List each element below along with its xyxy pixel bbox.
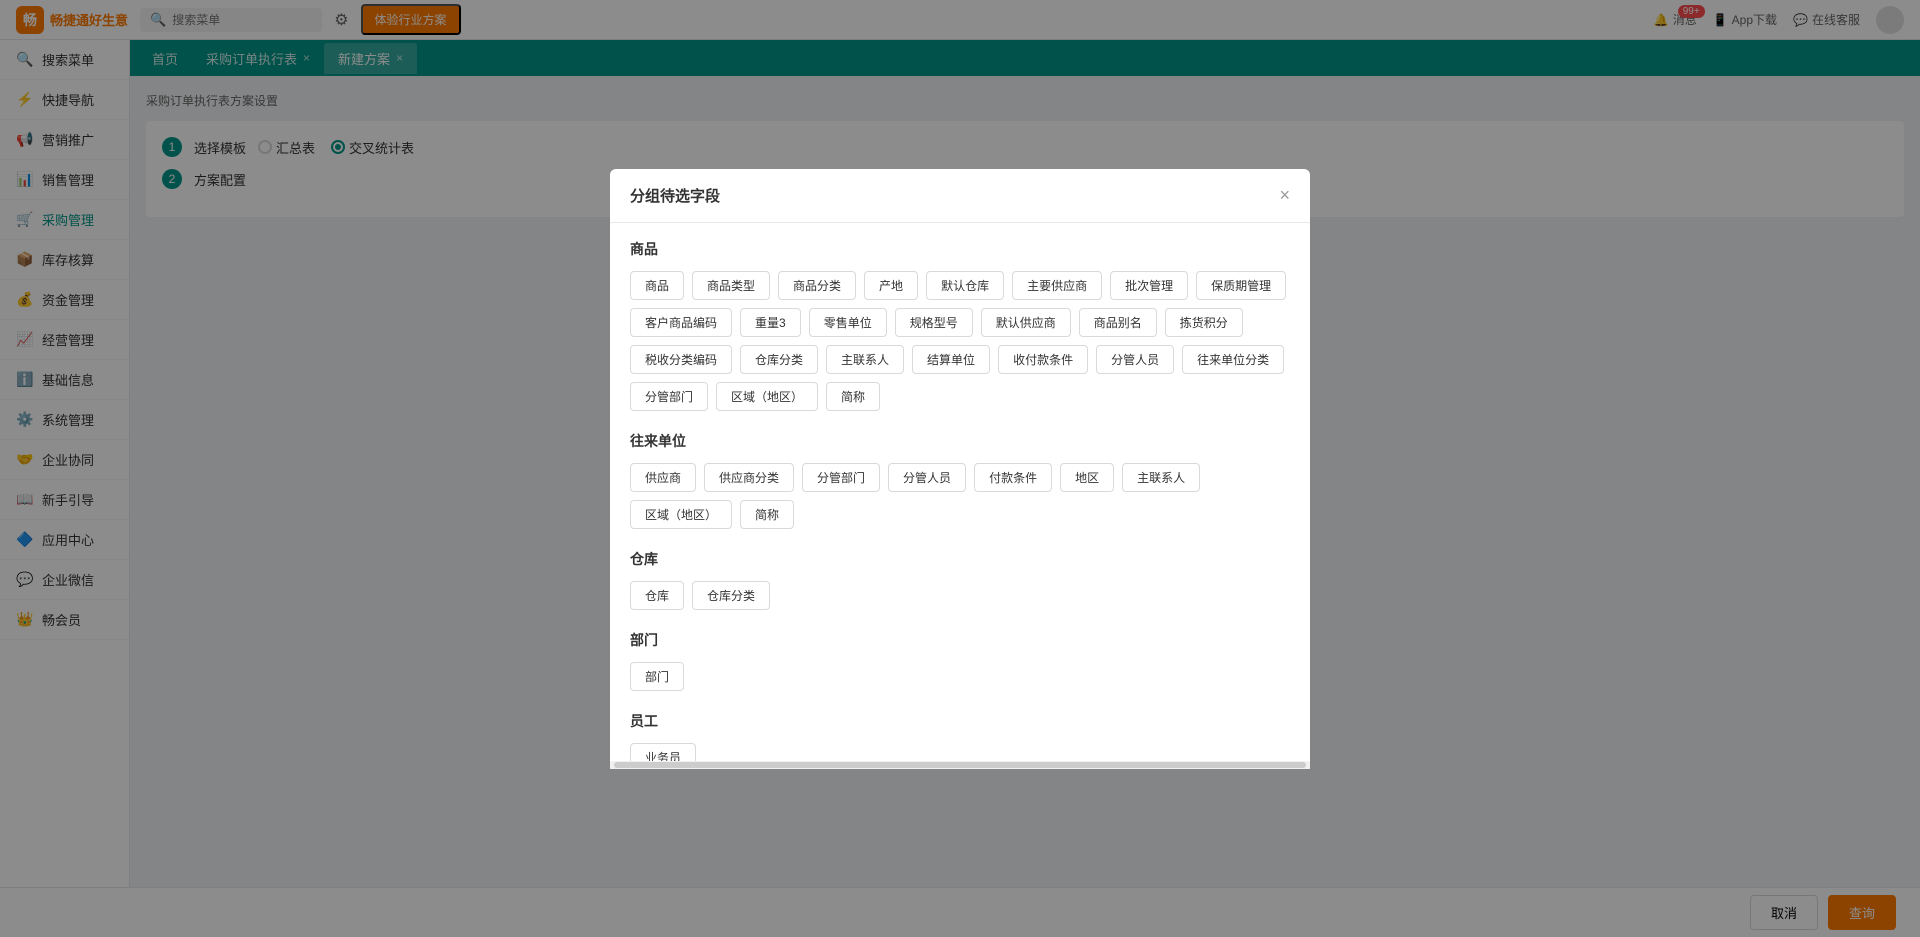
section-goods-fields: 商品 商品类型 商品分类 产地 默认仓库 主要供应商 批次管理 保质期管理 客户… bbox=[630, 271, 1290, 411]
field-settle-unit[interactable]: 结算单位 bbox=[912, 345, 990, 374]
field-goods-category[interactable]: 商品分类 bbox=[778, 271, 856, 300]
field-batch-manage[interactable]: 批次管理 bbox=[1110, 271, 1188, 300]
field-retail-unit[interactable]: 零售单位 bbox=[809, 308, 887, 337]
field-partner-contact[interactable]: 主联系人 bbox=[1122, 463, 1200, 492]
field-partner-dept[interactable]: 分管部门 bbox=[802, 463, 880, 492]
field-default-supplier[interactable]: 默认供应商 bbox=[981, 308, 1071, 337]
field-abbr[interactable]: 简称 bbox=[826, 382, 880, 411]
section-employee-fields: 业务员 bbox=[630, 743, 1290, 762]
field-supervisor-dept[interactable]: 分管部门 bbox=[630, 382, 708, 411]
section-department-fields: 部门 bbox=[630, 662, 1290, 691]
section-warehouse: 仓库 仓库 仓库分类 bbox=[630, 549, 1290, 610]
section-warehouse-title: 仓库 bbox=[630, 549, 1290, 569]
field-select-modal: 分组待选字段 × 商品 商品 商品类型 商品分类 产地 默认仓库 主要供应商 批… bbox=[610, 169, 1310, 769]
field-warehouse-category[interactable]: 仓库分类 bbox=[740, 345, 818, 374]
field-goods-alias[interactable]: 商品别名 bbox=[1079, 308, 1157, 337]
section-goods-title: 商品 bbox=[630, 239, 1290, 259]
field-partner-abbr[interactable]: 简称 bbox=[740, 500, 794, 529]
field-supervisor[interactable]: 分管人员 bbox=[1096, 345, 1174, 374]
field-partner-supervisor[interactable]: 分管人员 bbox=[888, 463, 966, 492]
field-goods[interactable]: 商品 bbox=[630, 271, 684, 300]
modal-close-button[interactable]: × bbox=[1279, 185, 1290, 206]
field-supplier-category[interactable]: 供应商分类 bbox=[704, 463, 794, 492]
modal-body: 商品 商品 商品类型 商品分类 产地 默认仓库 主要供应商 批次管理 保质期管理… bbox=[610, 223, 1310, 762]
field-main-contact[interactable]: 主联系人 bbox=[826, 345, 904, 374]
section-partner-fields: 供应商 供应商分类 分管部门 分管人员 付款条件 地区 主联系人 区域（地区） … bbox=[630, 463, 1290, 529]
field-goods-type[interactable]: 商品类型 bbox=[692, 271, 770, 300]
field-payment-terms[interactable]: 收付款条件 bbox=[998, 345, 1088, 374]
field-warehouse-cat[interactable]: 仓库分类 bbox=[692, 581, 770, 610]
field-partner-category[interactable]: 往来单位分类 bbox=[1182, 345, 1284, 374]
field-main-supplier[interactable]: 主要供应商 bbox=[1012, 271, 1102, 300]
section-warehouse-fields: 仓库 仓库分类 bbox=[630, 581, 1290, 610]
field-pick-points[interactable]: 拣货积分 bbox=[1165, 308, 1243, 337]
modal-overlay: 分组待选字段 × 商品 商品 商品类型 商品分类 产地 默认仓库 主要供应商 批… bbox=[0, 0, 1920, 937]
scrollbar-thumb bbox=[614, 762, 1306, 768]
modal-title: 分组待选字段 bbox=[630, 185, 720, 206]
field-pay-terms[interactable]: 付款条件 bbox=[974, 463, 1052, 492]
modal-header: 分组待选字段 × bbox=[610, 169, 1310, 223]
section-goods: 商品 商品 商品类型 商品分类 产地 默认仓库 主要供应商 批次管理 保质期管理… bbox=[630, 239, 1290, 411]
section-employee-title: 员工 bbox=[630, 711, 1290, 731]
field-default-warehouse[interactable]: 默认仓库 bbox=[926, 271, 1004, 300]
section-department-title: 部门 bbox=[630, 630, 1290, 650]
field-origin[interactable]: 产地 bbox=[864, 271, 918, 300]
field-warehouse[interactable]: 仓库 bbox=[630, 581, 684, 610]
field-partner-region[interactable]: 区域（地区） bbox=[630, 500, 732, 529]
section-partner: 往来单位 供应商 供应商分类 分管部门 分管人员 付款条件 地区 主联系人 区域… bbox=[630, 431, 1290, 529]
field-tax-code[interactable]: 税收分类编码 bbox=[630, 345, 732, 374]
field-customer-code[interactable]: 客户商品编码 bbox=[630, 308, 732, 337]
field-region[interactable]: 区域（地区） bbox=[716, 382, 818, 411]
field-shelf-life[interactable]: 保质期管理 bbox=[1196, 271, 1286, 300]
field-weight3[interactable]: 重量3 bbox=[740, 308, 801, 337]
section-partner-title: 往来单位 bbox=[630, 431, 1290, 451]
field-supplier[interactable]: 供应商 bbox=[630, 463, 696, 492]
field-spec-model[interactable]: 规格型号 bbox=[895, 308, 973, 337]
section-employee: 员工 业务员 bbox=[630, 711, 1290, 762]
field-salesperson[interactable]: 业务员 bbox=[630, 743, 696, 762]
field-area[interactable]: 地区 bbox=[1060, 463, 1114, 492]
field-department[interactable]: 部门 bbox=[630, 662, 684, 691]
section-department: 部门 部门 bbox=[630, 630, 1290, 691]
modal-horizontal-scrollbar[interactable] bbox=[610, 761, 1310, 768]
